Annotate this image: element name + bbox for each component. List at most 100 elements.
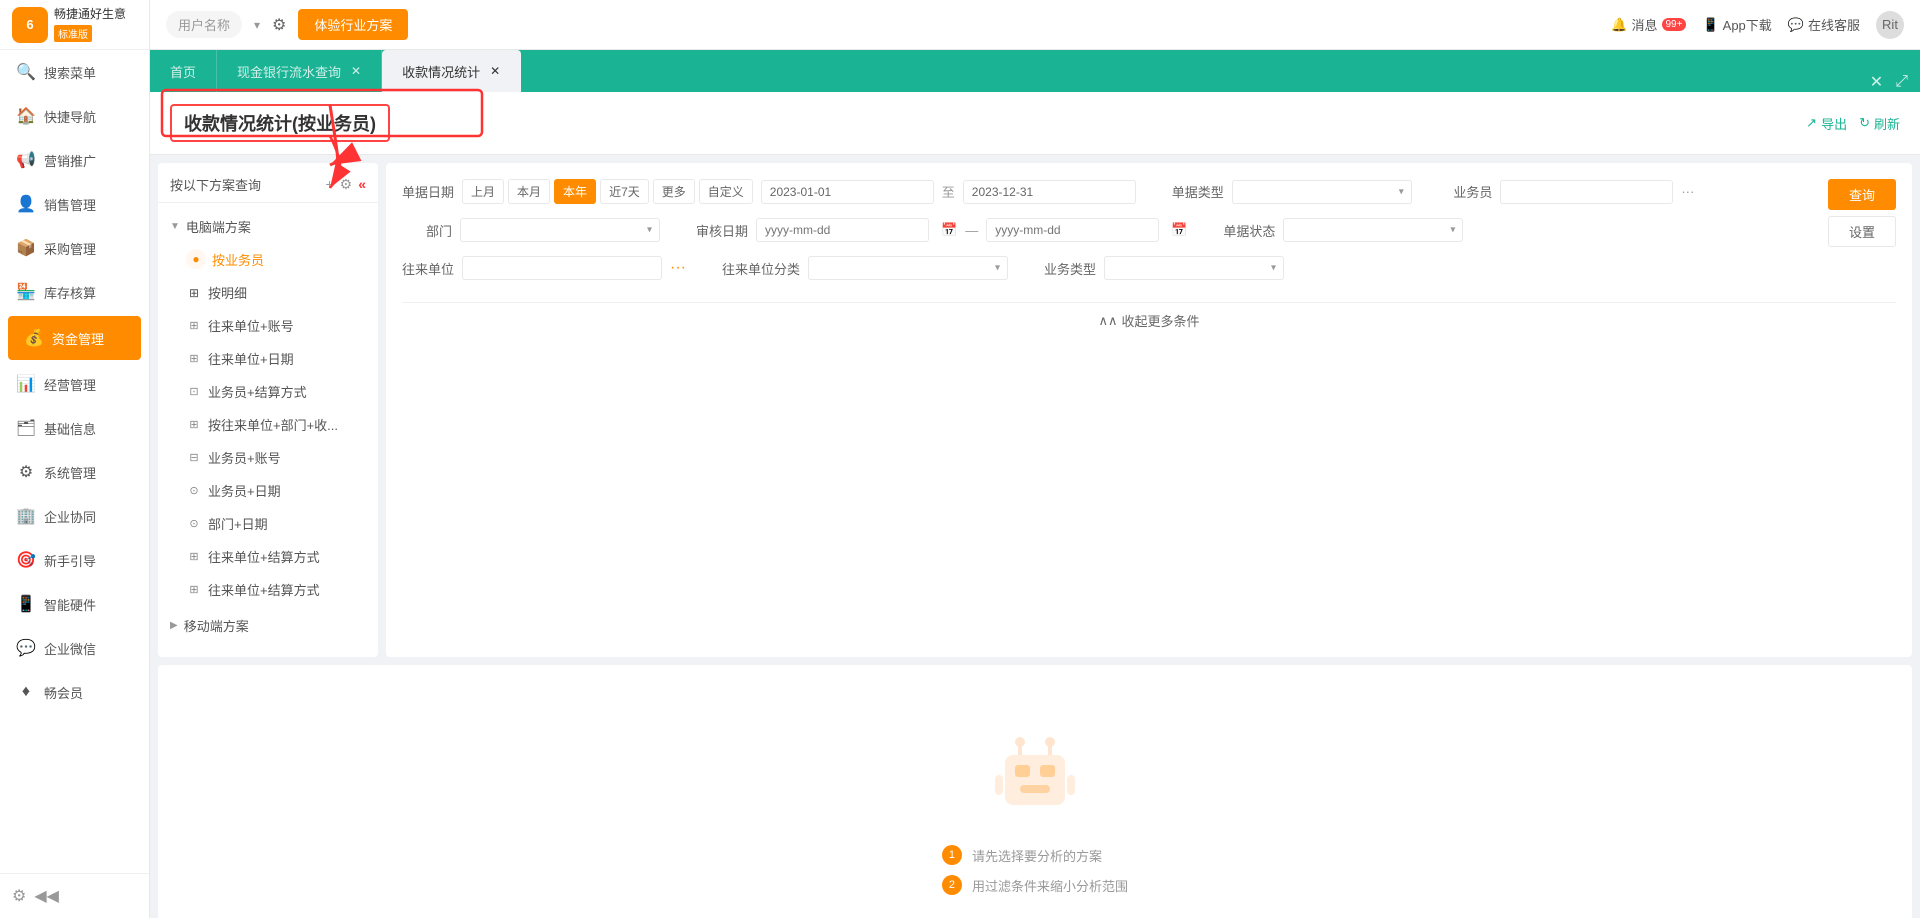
business-type-select[interactable] (1104, 256, 1284, 280)
operations-icon: 📊 (16, 374, 36, 394)
voucher-type-select[interactable] (1232, 180, 1412, 204)
tab-receivable-stats-close-icon[interactable]: ✕ (490, 64, 500, 78)
scheme-collapse-icon[interactable]: « (358, 176, 366, 193)
sidebar-item-search-label: 搜索菜单 (44, 63, 96, 82)
topbar-settings-icon[interactable]: ⚙ (272, 15, 286, 35)
user-display[interactable]: 用户名称 (166, 11, 242, 38)
trial-btn[interactable]: 体验行业方案 (298, 9, 408, 40)
filter-voucher-type-item: 单据类型 ▾ (1172, 180, 1407, 204)
scheme-item-unit-settlement1[interactable]: ⊞ 往来单位+结算方式 (158, 540, 378, 573)
query-btn[interactable]: 查询 (1828, 179, 1896, 210)
home-icon: 🏠 (16, 106, 36, 126)
sidebar-item-operations[interactable]: 📊 经营管理 (0, 362, 149, 406)
unit-dots[interactable]: ··· (670, 259, 686, 277)
audit-date-to-input[interactable] (986, 218, 1159, 242)
dept-filter-label: 部门 (402, 221, 452, 240)
user-avatar[interactable]: Rit (1876, 11, 1904, 39)
sidebar-item-warehouse[interactable]: 🏪 库存核算 (0, 270, 149, 314)
sidebar-item-purchase[interactable]: 📦 采购管理 (0, 226, 149, 270)
sidebar-item-purchase-label: 采购管理 (44, 239, 96, 258)
purchase-icon: 📦 (16, 238, 36, 258)
sidebar-item-basic[interactable]: 🗂 基础信息 (0, 406, 149, 450)
scheme-item-unit-settlement2[interactable]: ⊞ 往来单位+结算方式 (158, 573, 378, 606)
sidebar-item-wechat[interactable]: 💬 企业微信 (0, 626, 149, 670)
tab-bank-flow[interactable]: 现金银行流水查询 ✕ (217, 50, 382, 92)
scheme-item-salesperson-settlement[interactable]: ⊡ 业务员+结算方式 (158, 375, 378, 408)
audit-date-calendar-icon[interactable]: 📅 (941, 222, 957, 238)
salesperson-scheme-icon: ● (186, 249, 206, 269)
sidebar-item-member[interactable]: ♦ 畅会员 (0, 670, 149, 714)
scheme-group-mobile-header[interactable]: ▶ 移动端方案 (158, 610, 378, 641)
unit-input[interactable] (462, 256, 662, 280)
date-btn-more[interactable]: 更多 (653, 179, 695, 204)
scheme-settings-icon[interactable]: ⚙ (340, 176, 353, 193)
audit-date-to-calendar-icon[interactable]: 📅 (1171, 222, 1187, 238)
sidebar-item-search[interactable]: 🔍 搜索菜单 (0, 50, 149, 94)
sidebar-item-guide[interactable]: 🎯 新手引导 (0, 538, 149, 582)
sidebar-item-sales[interactable]: 👤 销售管理 (0, 182, 149, 226)
filter-row-unit: 往来单位 ··· 往来单位分类 (402, 256, 1816, 280)
filter-settings-btn[interactable]: 设置 (1828, 216, 1896, 247)
sidebar-settings-icon[interactable]: ⚙ (12, 886, 26, 906)
voucher-type-select-wrapper (1232, 180, 1412, 204)
collapse-more-conditions-btn[interactable]: ∧∧ 收起更多条件 (402, 302, 1896, 338)
export-btn[interactable]: ↗ 导出 (1806, 114, 1847, 133)
scheme-item-salesperson-account[interactable]: ⊟ 业务员+账号 (158, 441, 378, 474)
desktop-group-label: 电脑端方案 (186, 217, 251, 236)
unit-settlement1-label: 往来单位+结算方式 (208, 547, 320, 566)
sidebar-item-hardware[interactable]: 📱 智能硬件 (0, 582, 149, 626)
salesperson-more-icon[interactable]: ··· (1681, 184, 1694, 199)
salesperson-input[interactable] (1500, 180, 1673, 204)
sidebar-item-finance[interactable]: 💰 资金管理 (8, 316, 141, 360)
scheme-item-by-salesperson[interactable]: ● 按业务员 (158, 242, 378, 276)
desktop-group-arrow-icon: ▼ (170, 221, 180, 232)
sidebar-item-finance-label: 资金管理 (52, 329, 104, 348)
step-1-text: 请先选择要分析的方案 (972, 846, 1102, 865)
filter-row-dept: 部门 审核日期 📅 (402, 218, 1816, 242)
scheme-item-by-detail[interactable]: ⊞ 按明细 (158, 276, 378, 309)
search-icon: 🔍 (16, 62, 36, 82)
scheme-item-unit-account[interactable]: ⊞ 往来单位+账号 (158, 309, 378, 342)
scheme-item-unit-date[interactable]: ⊞ 往来单位+日期 (158, 342, 378, 375)
date-btn-7days[interactable]: 近7天 (600, 179, 649, 204)
scheme-item-dept-date[interactable]: ⊙ 部门+日期 (158, 507, 378, 540)
sidebar-item-guide-label: 新手引导 (44, 551, 96, 570)
date-btn-custom[interactable]: 自定义 (699, 179, 753, 204)
sidebar-item-enterprise[interactable]: 🏢 企业协同 (0, 494, 149, 538)
member-icon: ♦ (16, 682, 36, 702)
app-download-item[interactable]: 📱 App下载 (1702, 15, 1771, 34)
tabbar-close-icon[interactable]: ✕ (1870, 72, 1883, 92)
sidebar-collapse-icon[interactable]: ◀◀ (34, 886, 59, 906)
scheme-item-unit-dept-recv[interactable]: ⊞ 按往来单位+部门+收... (158, 408, 378, 441)
date-btn-last-month[interactable]: 上月 (462, 179, 504, 204)
online-service-item[interactable]: 💬 在线客服 (1788, 15, 1860, 34)
tab-bank-flow-close-icon[interactable]: ✕ (351, 64, 361, 78)
scheme-group-desktop-header[interactable]: ▼ 电脑端方案 (158, 211, 378, 242)
logo-text: 畅捷通好生意 (54, 7, 126, 23)
sidebar-item-marketing[interactable]: 📢 营销推广 (0, 138, 149, 182)
scheme-item-salesperson-date[interactable]: ⊙ 业务员+日期 (158, 474, 378, 507)
date-from-input[interactable] (761, 180, 934, 204)
tabbar-expand-icon[interactable]: ⤢ (1895, 73, 1908, 91)
unit-settlement1-icon: ⊞ (186, 549, 202, 565)
date-to-input[interactable] (963, 180, 1136, 204)
scheme-panel-actions: + ⚙ « (325, 176, 366, 193)
tab-receivable-stats[interactable]: 收款情况统计 ✕ (382, 50, 521, 92)
sidebar-item-quicknav[interactable]: 🏠 快捷导航 (0, 94, 149, 138)
tab-home[interactable]: 首页 (150, 50, 217, 92)
scheme-add-icon[interactable]: + (325, 176, 333, 193)
voucher-status-select[interactable] (1283, 218, 1463, 242)
unit-category-select[interactable] (808, 256, 1008, 280)
date-btn-this-year[interactable]: 本年 (554, 179, 596, 204)
date-filter-label: 单据日期 (402, 182, 454, 201)
date-btn-this-month[interactable]: 本月 (508, 179, 550, 204)
sidebar-bottom: ⚙ ◀◀ (0, 873, 149, 918)
topbar-arrow-icon[interactable]: ▾ (254, 18, 260, 32)
sidebar-item-system[interactable]: ⚙ 系统管理 (0, 450, 149, 494)
system-icon: ⚙ (16, 462, 36, 482)
notification-item[interactable]: 🔔 消息 99+ (1611, 15, 1686, 34)
refresh-btn[interactable]: ↻ 刷新 (1859, 114, 1900, 133)
dept-select[interactable] (460, 218, 660, 242)
audit-date-from-input[interactable] (756, 218, 929, 242)
unit-date-label: 往来单位+日期 (208, 349, 294, 368)
